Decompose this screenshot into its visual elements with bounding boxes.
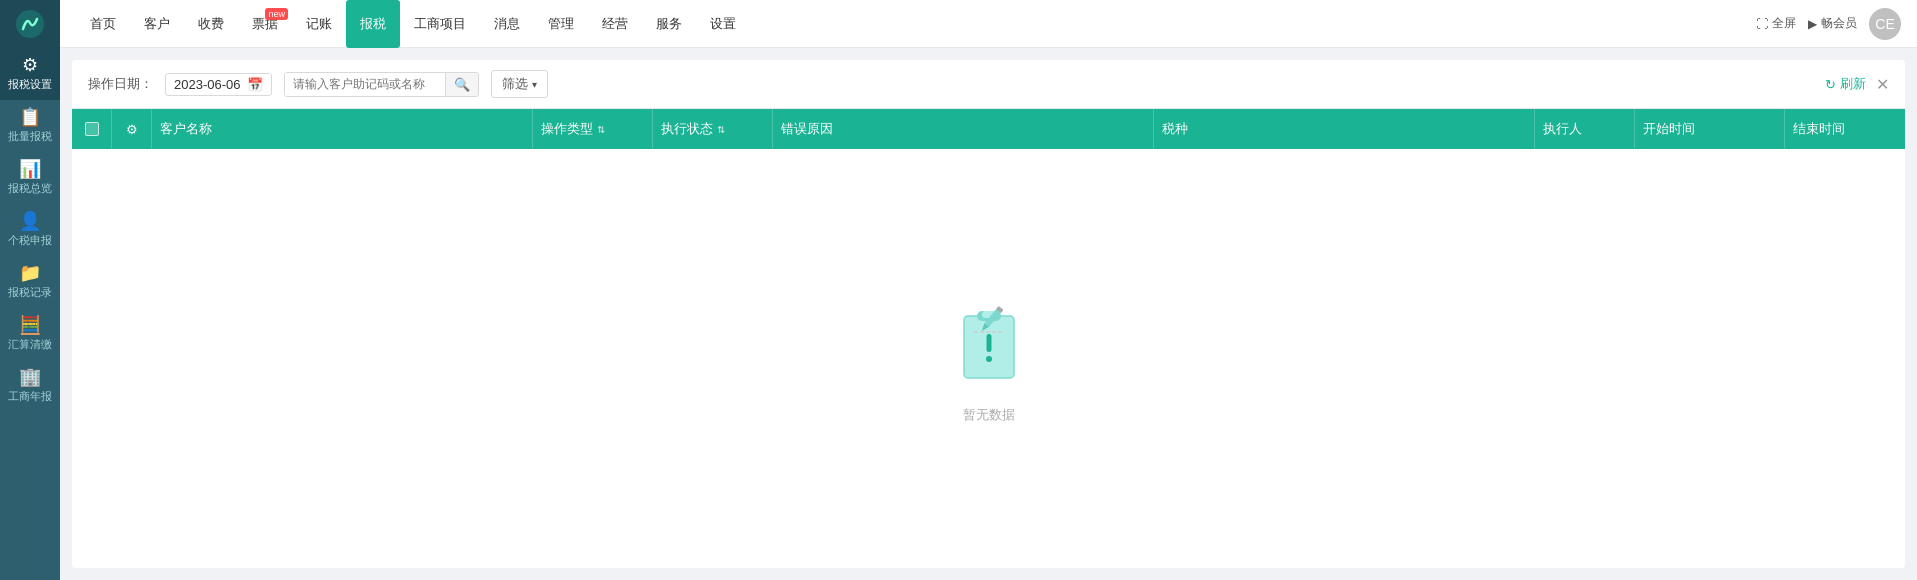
sidebar-logo: [0, 0, 60, 48]
th-start-time: 开始时间: [1635, 109, 1785, 149]
main-wrapper: 首页 客户 收费 票据 new 记账 报税 工商项目 消息 管理 经营: [60, 0, 1917, 580]
search-input[interactable]: [285, 73, 445, 95]
nav-gongshangxiangmu[interactable]: 工商项目: [400, 0, 480, 48]
date-value: 2023-06-06: [174, 77, 241, 92]
date-label: 操作日期：: [88, 75, 153, 93]
sidebar-item-label: 汇算清缴: [8, 337, 52, 352]
sidebar-item-label: 工商年报: [8, 389, 52, 404]
content: 操作日期： 2023-06-06 📅 🔍 筛选 ▾ ↻: [60, 48, 1917, 580]
th-tax-type: 税种: [1154, 109, 1535, 149]
toolbar-right: ↻ 刷新 ✕: [1825, 75, 1889, 94]
sidebar-item-label: 报税记录: [8, 285, 52, 300]
chevron-down-icon: ▾: [532, 79, 537, 90]
sidebar-item-geshuishenbao[interactable]: 👤 个税申报: [0, 204, 60, 256]
batch-icon: 📋: [19, 108, 41, 126]
th-gear[interactable]: ⚙: [112, 109, 152, 149]
overview-icon: 📊: [19, 160, 41, 178]
filter-label: 筛选: [502, 75, 528, 93]
sidebar-item-label: 批量报税: [8, 129, 52, 144]
nav-shezhi[interactable]: 设置: [696, 0, 750, 48]
topnav: 首页 客户 收费 票据 new 记账 报税 工商项目 消息 管理 经营: [60, 0, 1917, 48]
th-checkbox[interactable]: [72, 109, 112, 149]
sort-icon: ⇅: [597, 124, 605, 135]
empty-text: 暂无数据: [963, 406, 1015, 424]
avatar[interactable]: CE: [1869, 8, 1901, 40]
sidebar-item-label: 报税设置: [8, 77, 52, 92]
sidebar-item-baoshuishezhi[interactable]: ⚙ 报税设置: [0, 48, 60, 100]
main-card: 操作日期： 2023-06-06 📅 🔍 筛选 ▾ ↻: [72, 60, 1905, 568]
search-button[interactable]: 🔍: [445, 73, 478, 96]
th-client-name: 客户名称: [152, 109, 533, 149]
fullscreen-icon: ⛶: [1756, 17, 1768, 31]
empty-illustration: [939, 294, 1039, 394]
sidebar-item-label: 个税申报: [8, 233, 52, 248]
sidebar: ⚙ 报税设置 📋 批量报税 📊 报税总览 👤 个税申报 📁 报税记录 🧮 汇算清…: [0, 0, 60, 580]
th-operation-type[interactable]: 操作类型 ⇅: [533, 109, 653, 149]
settings-icon: ⚙: [22, 56, 38, 74]
close-button[interactable]: ✕: [1876, 75, 1889, 94]
nav-guanli[interactable]: 管理: [534, 0, 588, 48]
th-error-reason: 错误原因: [773, 109, 1154, 149]
fullscreen-btn[interactable]: ⛶ 全屏: [1756, 15, 1796, 32]
nav-xiaoxi[interactable]: 消息: [480, 0, 534, 48]
table-header: ⚙ 客户名称 操作类型 ⇅ 执行状态 ⇅ 错误原因: [72, 109, 1905, 149]
nav-client[interactable]: 客户: [130, 0, 184, 48]
select-all-checkbox[interactable]: [85, 122, 99, 136]
new-badge: new: [265, 8, 288, 21]
nav-baoshui[interactable]: 报税: [346, 0, 400, 48]
refresh-icon: ↻: [1825, 77, 1836, 92]
date-picker[interactable]: 2023-06-06 📅: [165, 73, 272, 96]
toolbar: 操作日期： 2023-06-06 📅 🔍 筛选 ▾ ↻: [72, 60, 1905, 109]
nav-fuwu[interactable]: 服务: [642, 0, 696, 48]
sidebar-item-label: 报税总览: [8, 181, 52, 196]
nav-jizhang[interactable]: 记账: [292, 0, 346, 48]
nav-piaoju[interactable]: 票据 new: [238, 0, 292, 48]
calc-icon: 🧮: [19, 316, 41, 334]
table-wrapper: ⚙ 客户名称 操作类型 ⇅ 执行状态 ⇅ 错误原因: [72, 109, 1905, 568]
filter-button[interactable]: 筛选 ▾: [491, 70, 548, 98]
search-icon: 🔍: [454, 77, 470, 92]
th-executor: 执行人: [1535, 109, 1635, 149]
member-btn[interactable]: ▶ 畅会员: [1808, 15, 1857, 32]
sidebar-item-baoshuizonglan[interactable]: 📊 报税总览: [0, 152, 60, 204]
nav-shoufei[interactable]: 收费: [184, 0, 238, 48]
gear-icon: ⚙: [126, 122, 138, 137]
sidebar-item-baoshuijilu[interactable]: 📁 报税记录: [0, 256, 60, 308]
svg-rect-5: [986, 334, 991, 352]
record-icon: 📁: [19, 264, 41, 282]
video-icon: ▶: [1808, 17, 1817, 31]
sidebar-item-huisuanjisuan[interactable]: 🧮 汇算清缴: [0, 308, 60, 360]
sort-icon: ⇅: [717, 124, 725, 135]
sidebar-item-piliangshuishu[interactable]: 📋 批量报税: [0, 100, 60, 152]
company-icon: 🏢: [19, 368, 41, 386]
th-exec-status[interactable]: 执行状态 ⇅: [653, 109, 773, 149]
sidebar-item-gongshangnianb[interactable]: 🏢 工商年报: [0, 360, 60, 412]
th-end-time: 结束时间: [1785, 109, 1905, 149]
empty-state: 暂无数据: [72, 149, 1905, 568]
nav-jingying[interactable]: 经营: [588, 0, 642, 48]
topnav-right: ⛶ 全屏 ▶ 畅会员 CE: [1756, 8, 1901, 40]
refresh-button[interactable]: ↻ 刷新: [1825, 75, 1866, 93]
nav-home[interactable]: 首页: [76, 0, 130, 48]
svg-point-4: [986, 356, 992, 362]
search-box: 🔍: [284, 72, 479, 97]
calendar-icon: 📅: [247, 77, 263, 92]
personal-tax-icon: 👤: [19, 212, 41, 230]
